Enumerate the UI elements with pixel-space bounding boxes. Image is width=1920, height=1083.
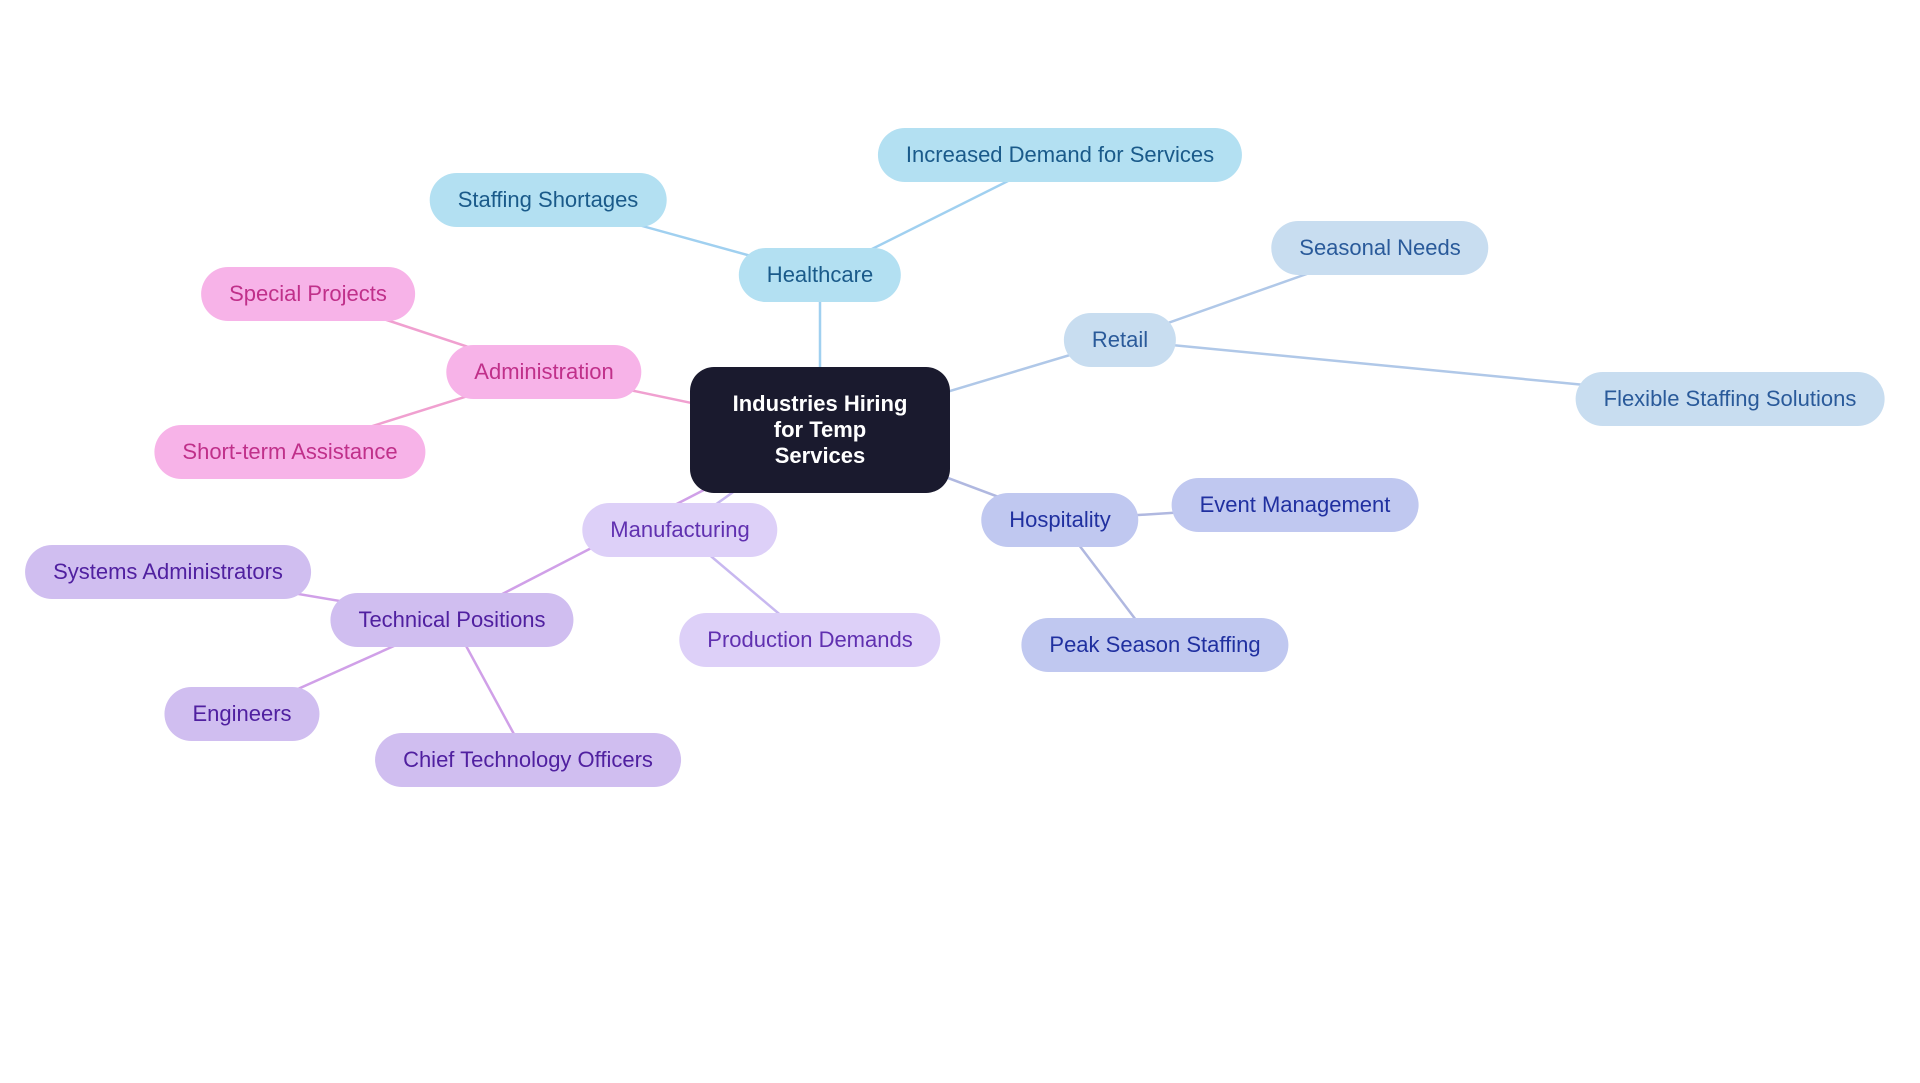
node-administration[interactable]: Administration — [446, 345, 641, 399]
node-tech-positions[interactable]: Technical Positions — [330, 593, 573, 647]
node-short-term[interactable]: Short-term Assistance — [154, 425, 425, 479]
node-engineers[interactable]: Engineers — [164, 687, 319, 741]
node-seasonal-needs[interactable]: Seasonal Needs — [1271, 221, 1488, 275]
node-event-management[interactable]: Event Management — [1172, 478, 1419, 532]
node-hospitality[interactable]: Hospitality — [981, 493, 1138, 547]
center-node: Industries Hiring for Temp Services — [690, 367, 950, 493]
node-production-demands[interactable]: Production Demands — [679, 613, 940, 667]
node-sys-admins[interactable]: Systems Administrators — [25, 545, 311, 599]
node-manufacturing[interactable]: Manufacturing — [582, 503, 777, 557]
node-increased-demand[interactable]: Increased Demand for Services — [878, 128, 1242, 182]
node-peak-season[interactable]: Peak Season Staffing — [1021, 618, 1288, 672]
node-special-projects[interactable]: Special Projects — [201, 267, 415, 321]
node-flexible-staffing[interactable]: Flexible Staffing Solutions — [1576, 372, 1885, 426]
node-cto[interactable]: Chief Technology Officers — [375, 733, 681, 787]
node-staffing-shortages[interactable]: Staffing Shortages — [430, 173, 667, 227]
node-retail[interactable]: Retail — [1064, 313, 1176, 367]
mindmap-canvas: Industries Hiring for Temp Services Healt… — [0, 0, 1920, 1083]
node-healthcare[interactable]: Healthcare — [739, 248, 901, 302]
